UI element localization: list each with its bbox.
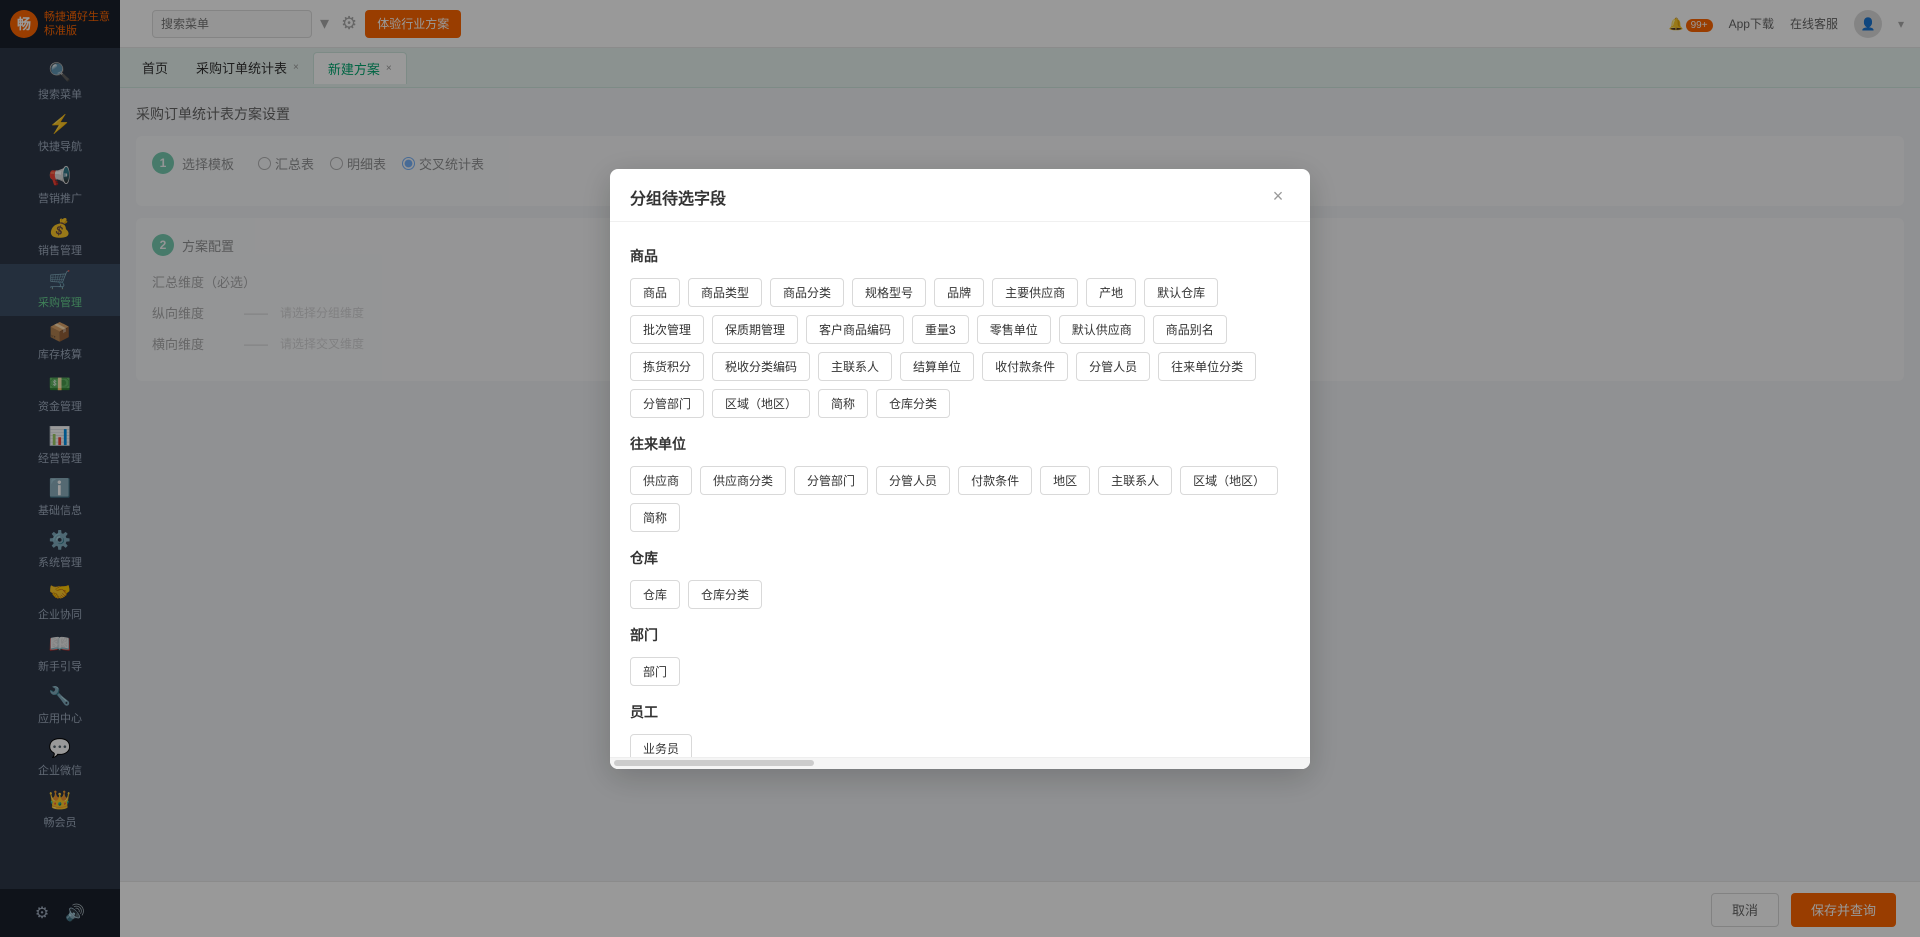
- field-select-dialog: 分组待选字段 × 商品商品商品类型商品分类规格型号品牌主要供应商产地默认仓库批次…: [610, 169, 1310, 769]
- field-tag-分管部门[interactable]: 分管部门: [630, 389, 704, 418]
- field-tag-商品类型[interactable]: 商品类型: [688, 278, 762, 307]
- field-tag-拣货积分[interactable]: 拣货积分: [630, 352, 704, 381]
- field-grid-仓库: 仓库仓库分类: [630, 580, 1290, 609]
- field-grid-往来单位: 供应商供应商分类分管部门分管人员付款条件地区主联系人区域（地区） 简称: [630, 466, 1290, 532]
- section-title-往来单位: 往来单位: [630, 434, 1290, 454]
- field-tag-税收分类编码[interactable]: 税收分类编码: [712, 352, 810, 381]
- overlay: 分组待选字段 × 商品商品商品类型商品分类规格型号品牌主要供应商产地默认仓库批次…: [0, 0, 1920, 937]
- field-tag-分管人员[interactable]: 分管人员: [1076, 352, 1150, 381]
- field-tag-结算单位[interactable]: 结算单位: [900, 352, 974, 381]
- field-tag-产地[interactable]: 产地: [1086, 278, 1136, 307]
- field-tag-部门[interactable]: 部门: [630, 657, 680, 686]
- section-title-仓库: 仓库: [630, 548, 1290, 568]
- field-tag-商品别名[interactable]: 商品别名: [1153, 315, 1227, 344]
- field-tag-简称[interactable]: 简称: [818, 389, 868, 418]
- field-tag-业务员[interactable]: 业务员: [630, 734, 692, 757]
- field-tag-商品[interactable]: 商品: [630, 278, 680, 307]
- field-tag-默认供应商[interactable]: 默认供应商: [1059, 315, 1145, 344]
- field-tag-分管部门[interactable]: 分管部门: [794, 466, 868, 495]
- dialog-title: 分组待选字段: [630, 185, 726, 209]
- field-tag-商品分类[interactable]: 商品分类: [770, 278, 844, 307]
- field-tag-仓库分类[interactable]: 仓库分类: [688, 580, 762, 609]
- field-grid-员工: 业务员: [630, 734, 1290, 757]
- field-tag-往来单位分类[interactable]: 往来单位分类: [1158, 352, 1256, 381]
- field-tag-主联系人[interactable]: 主联系人: [1098, 466, 1172, 495]
- dialog-body: 商品商品商品类型商品分类规格型号品牌主要供应商产地默认仓库批次管理保质期管理客户…: [610, 222, 1310, 757]
- field-tag-规格型号[interactable]: 规格型号: [852, 278, 926, 307]
- field-tag-供应商分类[interactable]: 供应商分类: [700, 466, 786, 495]
- field-tag-零售单位[interactable]: 零售单位: [977, 315, 1051, 344]
- field-tag-客户商品编码[interactable]: 客户商品编码: [806, 315, 904, 344]
- field-tag-区域（地区）[interactable]: 区域（地区）: [1180, 466, 1278, 495]
- field-tag-主联系人[interactable]: 主联系人: [818, 352, 892, 381]
- field-tag-重量3[interactable]: 重量3: [912, 315, 969, 344]
- field-tag-地区[interactable]: 地区: [1040, 466, 1090, 495]
- field-grid-部门: 部门: [630, 657, 1290, 686]
- field-tag-收付款条件[interactable]: 收付款条件: [982, 352, 1068, 381]
- field-tag-品牌[interactable]: 品牌: [934, 278, 984, 307]
- field-tag-仓库分类[interactable]: 仓库分类: [876, 389, 950, 418]
- field-tag-简称[interactable]: 简称: [630, 503, 680, 532]
- field-tag-保质期管理[interactable]: 保质期管理: [712, 315, 798, 344]
- field-tag-仓库[interactable]: 仓库: [630, 580, 680, 609]
- field-tag-付款条件[interactable]: 付款条件: [958, 466, 1032, 495]
- dialog-header: 分组待选字段 ×: [610, 169, 1310, 222]
- field-tag-默认仓库[interactable]: 默认仓库: [1144, 278, 1218, 307]
- dialog-horizontal-scrollbar[interactable]: [610, 757, 1310, 769]
- field-tag-分管人员[interactable]: 分管人员: [876, 466, 950, 495]
- section-title-员工: 员工: [630, 702, 1290, 722]
- field-tag-批次管理[interactable]: 批次管理: [630, 315, 704, 344]
- field-grid-商品: 商品商品类型商品分类规格型号品牌主要供应商产地默认仓库批次管理保质期管理客户商品…: [630, 278, 1290, 418]
- field-tag-区域（地区）[interactable]: 区域（地区）: [712, 389, 810, 418]
- field-tag-供应商[interactable]: 供应商: [630, 466, 692, 495]
- h-scroll-thumb: [614, 760, 814, 766]
- section-title-部门: 部门: [630, 625, 1290, 645]
- dialog-close-button[interactable]: ×: [1266, 185, 1290, 209]
- section-title-商品: 商品: [630, 246, 1290, 266]
- field-tag-主要供应商[interactable]: 主要供应商: [992, 278, 1078, 307]
